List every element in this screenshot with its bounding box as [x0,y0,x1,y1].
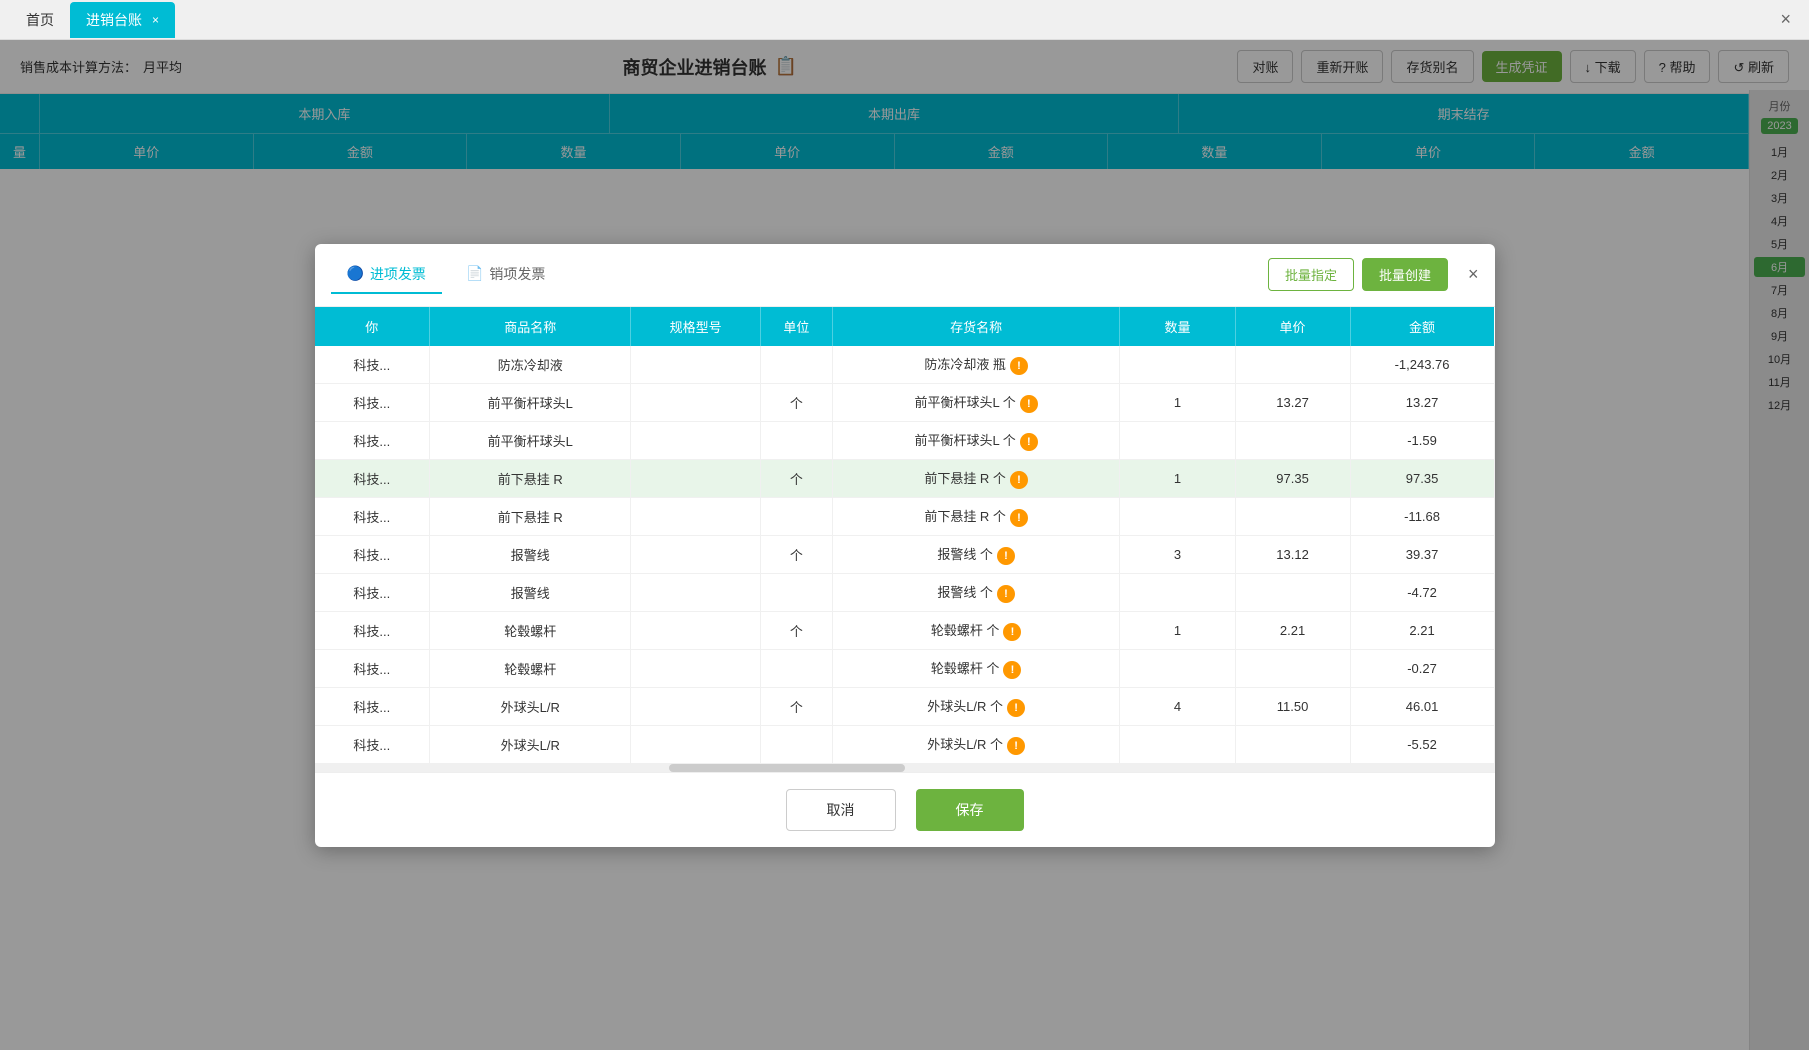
dialog-top-actions: 批量指定 批量创建 [1268,258,1448,291]
table-row: 科技...前下悬挂 R前下悬挂 R 个!-11.68 [315,497,1495,535]
th-company: 你 [315,307,430,346]
th-qty: 数量 [1120,307,1235,346]
scrollbar-thumb [669,764,905,772]
th-amount: 金额 [1350,307,1494,346]
table-row: 科技...前平衡杆球头L个前平衡杆球头L 个!113.2713.27 [315,383,1495,421]
warn-icon: ! [1003,661,1021,679]
tab-bar: 首页 进销台账 × × [0,0,1809,40]
table-row: 科技...外球头L/R个外球头L/R 个!411.5046.01 [315,687,1495,725]
table-row: 科技...防冻冷却液防冻冷却液 瓶!-1,243.76 [315,346,1495,384]
horizontal-scrollbar[interactable] [315,764,1495,772]
dialog-close-button[interactable]: × [1468,264,1479,285]
main-content: 销售成本计算方法： 月平均 商贸企业进销台账 📋 对账 重新开账 存货别名 生成… [0,40,1809,1050]
dialog-table-wrap[interactable]: 你 商品名称 规格型号 单位 存货名称 数量 单价 金额 科技...防冻冷却液防… [315,307,1495,764]
sales-tab-label: 销项发票 [489,264,545,284]
table-row: 科技...轮毂螺杆个轮毂螺杆 个!12.212.21 [315,611,1495,649]
tab-ledger-close[interactable]: × [152,13,159,27]
tab-ledger[interactable]: 进销台账 × [70,2,175,38]
cancel-button[interactable]: 取消 [786,789,896,831]
th-spec: 规格型号 [631,307,760,346]
table-row: 科技...报警线个报警线 个!313.1239.37 [315,535,1495,573]
sales-tab-icon: 📄 [466,265,483,282]
th-product: 商品名称 [430,307,631,346]
dialog: 🔵 进项发票 📄 销项发票 批量指定 批量创建 × [315,244,1495,847]
warn-icon: ! [1007,699,1025,717]
dialog-footer: 取消 保存 [315,772,1495,847]
warn-icon: ! [997,547,1015,565]
save-button[interactable]: 保存 [916,789,1024,831]
tab-home[interactable]: 首页 [10,2,70,38]
dialog-header: 🔵 进项发票 📄 销项发票 批量指定 批量创建 × [315,244,1495,307]
th-price: 单价 [1235,307,1350,346]
warn-icon: ! [1007,737,1025,755]
tab-home-label: 首页 [26,12,54,28]
warn-icon: ! [1010,509,1028,527]
window-close-button[interactable]: × [1772,9,1799,30]
table-row: 科技...轮毂螺杆轮毂螺杆 个!-0.27 [315,649,1495,687]
tab-ledger-label: 进销台账 [86,10,142,30]
th-unit: 单位 [760,307,832,346]
warn-icon: ! [1010,357,1028,375]
purchase-tab-label: 进项发票 [370,264,426,284]
batch-create-button[interactable]: 批量创建 [1362,258,1448,291]
table-row: 科技...外球头L/R外球头L/R 个!-5.52 [315,725,1495,763]
table-header-row: 你 商品名称 规格型号 单位 存货名称 数量 单价 金额 [315,307,1495,346]
warn-icon: ! [1003,623,1021,641]
dialog-table: 你 商品名称 规格型号 单位 存货名称 数量 单价 金额 科技...防冻冷却液防… [315,307,1495,764]
th-stock: 存货名称 [832,307,1120,346]
dialog-overlay: 🔵 进项发票 📄 销项发票 批量指定 批量创建 × [0,40,1809,1050]
warn-icon: ! [997,585,1015,603]
tab-purchase-invoice[interactable]: 🔵 进项发票 [331,256,442,294]
purchase-tab-icon: 🔵 [347,265,364,282]
warn-icon: ! [1020,433,1038,451]
tab-sales-invoice[interactable]: 📄 销项发票 [450,256,561,294]
table-row: 科技...前平衡杆球头L前平衡杆球头L 个!-1.59 [315,421,1495,459]
batch-assign-button[interactable]: 批量指定 [1268,258,1354,291]
warn-icon: ! [1020,395,1038,413]
table-row: 科技...前下悬挂 R个前下悬挂 R 个!197.3597.35 [315,459,1495,497]
table-row: 科技...报警线报警线 个!-4.72 [315,573,1495,611]
warn-icon: ! [1010,471,1028,489]
